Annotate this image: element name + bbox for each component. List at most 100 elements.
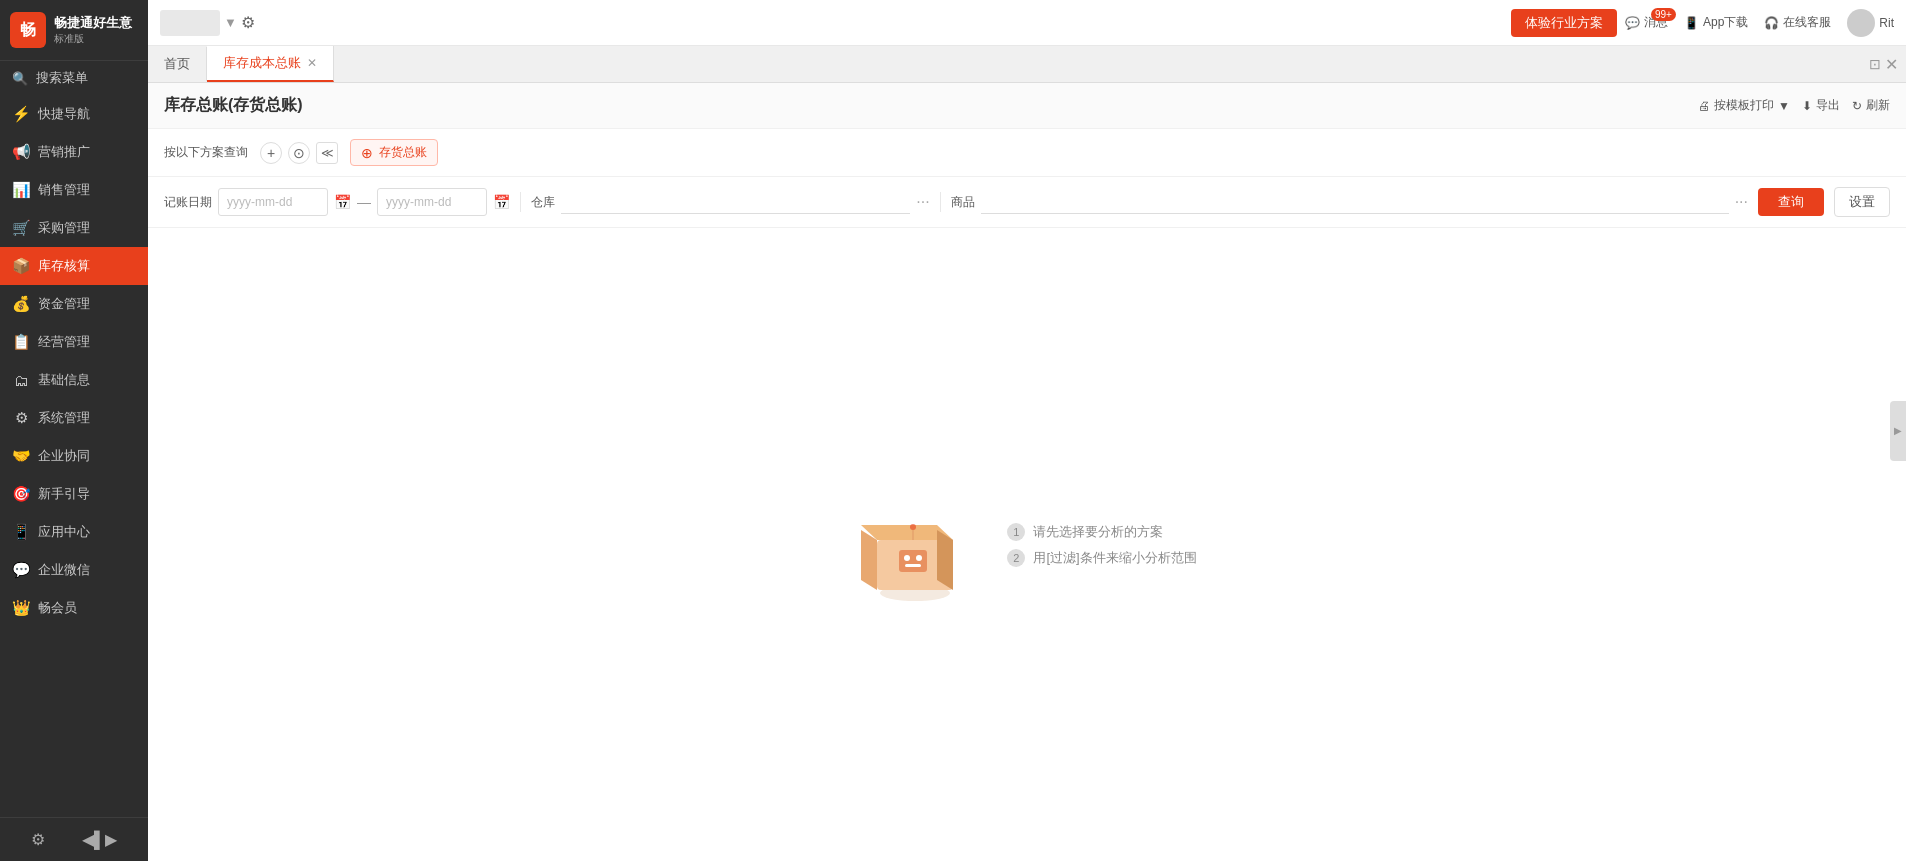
sidebar-item-operations[interactable]: 📋 经营管理 xyxy=(0,323,148,361)
right-panel-indicator[interactable]: ▶ xyxy=(1890,401,1906,461)
nav-icon-guide: 🎯 xyxy=(12,485,30,503)
nav-label-finance: 资金管理 xyxy=(38,295,90,313)
nav-label-app-center: 应用中心 xyxy=(38,523,90,541)
headset-icon: 🎧 xyxy=(1764,16,1779,30)
user-avatar-area[interactable]: Rit xyxy=(1847,9,1894,37)
tab-inventory-ledger[interactable]: 库存成本总账 ✕ xyxy=(207,46,334,82)
goods-field: 商品 ··· xyxy=(951,191,1748,214)
sidebar-item-vip[interactable]: 👑畅会员 xyxy=(0,589,148,627)
main-area: ▼ ⚙ 体验行业方案 💬 消息 99+ 📱 App下载 🎧 在线客服 Rit xyxy=(148,0,1906,861)
page-content: 库存总账(存货总账) 🖨 按模板打印 ▼ ⬇ 导出 ↻ 刷新 xyxy=(148,83,1906,861)
nav-icon-purchase: 🛒 xyxy=(12,219,30,237)
sidebar-item-finance[interactable]: 💰 资金管理 xyxy=(0,285,148,323)
hint-num-2: 2 xyxy=(1007,549,1025,567)
notification-badge: 99+ xyxy=(1651,8,1676,21)
svg-marker-4 xyxy=(937,530,953,590)
topbar-right: 💬 消息 99+ 📱 App下载 🎧 在线客服 Rit xyxy=(1625,9,1894,37)
calendar-to-icon[interactable]: 📅 xyxy=(493,194,510,210)
date-field: 记账日期 📅 — 📅 xyxy=(164,188,510,216)
app-logo: 畅 畅捷通好生意 标准版 xyxy=(0,0,148,61)
scheme-icon: ⊕ xyxy=(361,145,373,161)
empty-hint-1: 1 请先选择要分析的方案 xyxy=(1007,523,1196,541)
nav-icon-wechat: 💬 xyxy=(12,561,30,579)
refresh-icon: ↻ xyxy=(1852,99,1862,113)
notifications-button[interactable]: 💬 消息 99+ xyxy=(1625,14,1668,31)
online-service-button[interactable]: 🎧 在线客服 xyxy=(1764,14,1831,31)
sidebar-item-basic-info[interactable]: 🗂基础信息 xyxy=(0,361,148,399)
panel-restore-icon[interactable]: ⊡ xyxy=(1869,56,1881,72)
nav-label-operations: 经营管理 xyxy=(38,333,90,351)
sidebar-item-sales[interactable]: 📊销售管理 xyxy=(0,171,148,209)
tab-close-icon[interactable]: ✕ xyxy=(307,56,317,70)
warehouse-more-icon[interactable]: ··· xyxy=(916,193,929,211)
sidebar-footer: ⚙ ◀▌▶ xyxy=(0,817,148,861)
sidebar-item-app-center[interactable]: 📱应用中心 xyxy=(0,513,148,551)
goods-more-icon[interactable]: ··· xyxy=(1735,193,1748,211)
refresh-button[interactable]: ↻ 刷新 xyxy=(1852,97,1890,114)
nav-icon-finance: 💰 xyxy=(12,295,30,313)
warehouse-input[interactable] xyxy=(561,191,910,214)
sidebar-item-quick-nav[interactable]: ⚡快捷导航 xyxy=(0,95,148,133)
date-to-input[interactable] xyxy=(377,188,487,216)
page-title: 库存总账(存货总账) xyxy=(164,95,303,116)
date-separator: — xyxy=(357,194,371,210)
nav-label-basic-info: 基础信息 xyxy=(38,371,90,389)
nav-label-system: 系统管理 xyxy=(38,409,90,427)
filter-add-button[interactable]: + xyxy=(260,142,282,164)
date-label: 记账日期 xyxy=(164,194,212,211)
sidebar-item-inventory[interactable]: 📦库存核算 xyxy=(0,247,148,285)
filter-scheme-item[interactable]: ⊕ 存货总账 xyxy=(350,139,438,166)
svg-point-10 xyxy=(910,524,916,530)
filter-collapse-button[interactable]: ≪ xyxy=(316,142,338,164)
warehouse-label: 仓库 xyxy=(531,194,555,211)
hint-num-1: 1 xyxy=(1007,523,1025,541)
filter-row: 按以下方案查询 + ⊙ ≪ ⊕ 存货总账 xyxy=(164,139,1890,166)
nav-icon-inventory: 📦 xyxy=(12,257,30,275)
topbar-settings-icon[interactable]: ⚙ xyxy=(241,13,255,32)
nav-icon-marketing: 📢 xyxy=(12,143,30,161)
svg-rect-8 xyxy=(905,564,921,567)
sidebar-item-purchase[interactable]: 🛒 采购管理 xyxy=(0,209,148,247)
warehouse-field: 仓库 ··· xyxy=(531,191,930,214)
page-header: 库存总账(存货总账) 🖨 按模板打印 ▼ ⬇ 导出 ↻ 刷新 xyxy=(148,83,1906,129)
sidebar-item-cooperation[interactable]: 🤝企业协同 xyxy=(0,437,148,475)
empty-state: 1 请先选择要分析的方案 2 用[过滤]条件来缩小分析范围 xyxy=(148,228,1906,861)
panel-close-icon[interactable]: ✕ xyxy=(1885,55,1898,74)
search-icon: 🔍 xyxy=(12,71,28,86)
nav-icon-system: ⚙ xyxy=(12,409,30,427)
filter-schema-button[interactable]: ⊙ xyxy=(288,142,310,164)
topbar-breadcrumb: ▼ ⚙ xyxy=(160,10,1503,36)
nav-label-wechat: 企业微信 xyxy=(38,561,90,579)
sidebar-item-marketing[interactable]: 📢 营销推广 xyxy=(0,133,148,171)
sidebar-item-wechat[interactable]: 💬 企业微信 xyxy=(0,551,148,589)
industry-solution-button[interactable]: 体验行业方案 xyxy=(1511,9,1617,37)
export-button[interactable]: ⬇ 导出 xyxy=(1802,97,1840,114)
collapse-footer-btn[interactable]: ◀▌▶ xyxy=(82,830,117,849)
sidebar-item-system[interactable]: ⚙ 系统管理 xyxy=(0,399,148,437)
print-dropdown-icon: ▼ xyxy=(1778,99,1790,113)
goods-input[interactable] xyxy=(981,191,1729,214)
nav-icon-operations: 📋 xyxy=(12,333,30,351)
calendar-from-icon[interactable]: 📅 xyxy=(334,194,351,210)
nav-label-marketing: 营销推广 xyxy=(38,143,90,161)
query-button[interactable]: 查询 xyxy=(1758,188,1824,216)
app-download-button[interactable]: 📱 App下载 xyxy=(1684,14,1748,31)
print-button[interactable]: 🖨 按模板打印 ▼ xyxy=(1698,97,1790,114)
settings-button[interactable]: 设置 xyxy=(1834,187,1890,217)
sidebar: 畅 畅捷通好生意 标准版 🔍 搜索菜单 ⚡快捷导航 📢 营销推广 📊销售管理 🛒 采购管理… xyxy=(0,0,148,861)
nav-label-guide: 新手引导 xyxy=(38,485,90,503)
sidebar-item-guide[interactable]: 🎯 新手引导 xyxy=(0,475,148,513)
print-icon: 🖨 xyxy=(1698,99,1710,113)
tab-home[interactable]: 首页 xyxy=(148,47,207,81)
breadcrumb-path xyxy=(160,10,220,36)
settings-footer-btn[interactable]: ⚙ xyxy=(31,830,45,849)
message-icon: 💬 xyxy=(1625,16,1640,30)
goods-label: 商品 xyxy=(951,194,975,211)
nav-label-purchase: 采购管理 xyxy=(38,219,90,237)
query-row: 记账日期 📅 — 📅 仓库 ··· 商品 ··· 查询 设置 xyxy=(148,177,1906,228)
empty-hint-2: 2 用[过滤]条件来缩小分析范围 xyxy=(1007,549,1196,567)
sidebar-nav: ⚡快捷导航 📢 营销推广 📊销售管理 🛒 采购管理 📦库存核算 💰 资金管理 📋 经营管理 🗂基础信息… xyxy=(0,95,148,817)
date-from-input[interactable] xyxy=(218,188,328,216)
search-menu[interactable]: 🔍 搜索菜单 xyxy=(0,61,148,95)
svg-point-6 xyxy=(904,555,910,561)
